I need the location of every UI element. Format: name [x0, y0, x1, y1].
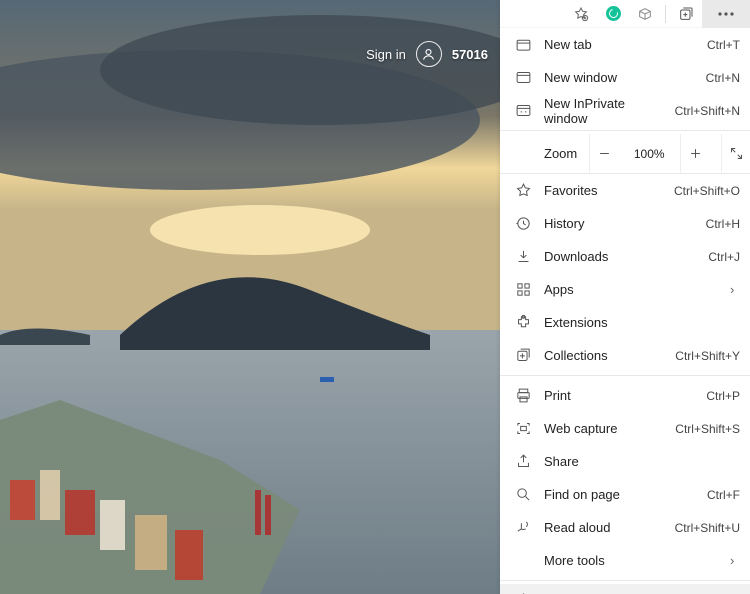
shortcut: Ctrl+T	[707, 38, 740, 52]
menu-zoom: Zoom 100%	[500, 134, 750, 174]
rewards-count[interactable]: 57016	[452, 47, 488, 62]
shortcut: Ctrl+H	[706, 217, 740, 231]
menu-new-tab[interactable]: New tab Ctrl+T	[500, 28, 750, 61]
label: Find on page	[544, 487, 695, 502]
grammarly-icon[interactable]	[597, 0, 629, 28]
shortcut: Ctrl+Shift+U	[675, 521, 740, 535]
search-icon	[514, 486, 532, 503]
menu-history[interactable]: History Ctrl+H	[500, 207, 750, 240]
chevron-right-icon: ›	[730, 282, 740, 297]
menu-print[interactable]: Print Ctrl+P	[500, 379, 750, 412]
settings-and-more-button[interactable]	[702, 0, 750, 28]
page-header: Sign in 57016	[0, 34, 500, 74]
label: Favorites	[544, 183, 662, 198]
wallpaper	[0, 0, 500, 594]
separator	[665, 5, 666, 23]
label: New tab	[544, 37, 695, 52]
zoom-value: 100%	[630, 147, 668, 161]
read-aloud-icon	[514, 519, 532, 536]
shortcut: Ctrl+F	[707, 488, 740, 502]
download-icon	[514, 248, 532, 265]
menu-web-capture[interactable]: Web capture Ctrl+Shift+S	[500, 412, 750, 445]
menu-apps[interactable]: Apps ›	[500, 273, 750, 306]
new-tab-icon	[514, 36, 532, 53]
menu-new-window[interactable]: New window Ctrl+N	[500, 61, 750, 94]
share-icon	[514, 453, 532, 470]
history-icon	[514, 215, 532, 232]
print-icon	[514, 387, 532, 404]
label: Web capture	[544, 421, 663, 436]
browser-menu-panel: New tab Ctrl+T New window Ctrl+N New InP…	[500, 0, 750, 594]
label: Collections	[544, 348, 663, 363]
label: Extensions	[544, 315, 740, 330]
chevron-right-icon: ›	[730, 553, 740, 568]
shortcut: Ctrl+Shift+S	[675, 422, 740, 436]
menu-downloads[interactable]: Downloads Ctrl+J	[500, 240, 750, 273]
shortcut: Ctrl+Shift+Y	[675, 349, 740, 363]
label: Apps	[544, 282, 718, 297]
label: More tools	[544, 553, 718, 568]
menu-share[interactable]: Share	[500, 445, 750, 478]
zoom-in-button[interactable]	[680, 134, 709, 174]
fullscreen-button[interactable]	[721, 134, 750, 174]
shortcut: Ctrl+Shift+N	[675, 104, 740, 118]
browser-menu: New tab Ctrl+T New window Ctrl+N New InP…	[500, 28, 750, 594]
label: Zoom	[500, 146, 577, 161]
shortcut: Ctrl+P	[706, 389, 740, 403]
inprivate-icon	[514, 102, 532, 119]
collections-toolbar-icon[interactable]	[670, 0, 702, 28]
menu-read-aloud[interactable]: Read aloud Ctrl+Shift+U	[500, 511, 750, 544]
shortcut: Ctrl+Shift+O	[674, 184, 740, 198]
shortcut: Ctrl+N	[706, 71, 740, 85]
shortcut: Ctrl+J	[708, 250, 740, 264]
menu-new-inprivate[interactable]: New InPrivate window Ctrl+Shift+N	[500, 94, 750, 127]
capture-icon	[514, 420, 532, 437]
puzzle-icon	[514, 314, 532, 331]
separator	[500, 580, 750, 581]
separator	[500, 375, 750, 376]
label: New InPrivate window	[544, 96, 663, 126]
zoom-out-button[interactable]	[589, 134, 618, 174]
menu-more-tools[interactable]: More tools ›	[500, 544, 750, 577]
menu-find[interactable]: Find on page Ctrl+F	[500, 478, 750, 511]
sign-in-link[interactable]: Sign in	[366, 47, 406, 62]
collections-icon	[514, 347, 532, 364]
label: New window	[544, 70, 694, 85]
label: Print	[544, 388, 694, 403]
add-favorite-icon[interactable]	[565, 0, 597, 28]
label: History	[544, 216, 694, 231]
separator	[500, 130, 750, 131]
star-icon	[514, 182, 532, 199]
apps-icon	[514, 281, 532, 298]
extension-icon[interactable]	[629, 0, 661, 28]
menu-settings[interactable]: Settings	[500, 584, 750, 594]
user-avatar[interactable]	[416, 41, 442, 67]
new-window-icon	[514, 69, 532, 86]
label: Share	[544, 454, 740, 469]
label: Read aloud	[544, 520, 663, 535]
menu-extensions[interactable]: Extensions	[500, 306, 750, 339]
menu-collections[interactable]: Collections Ctrl+Shift+Y	[500, 339, 750, 372]
menu-favorites[interactable]: Favorites Ctrl+Shift+O	[500, 174, 750, 207]
label: Downloads	[544, 249, 696, 264]
toolbar	[500, 0, 750, 28]
